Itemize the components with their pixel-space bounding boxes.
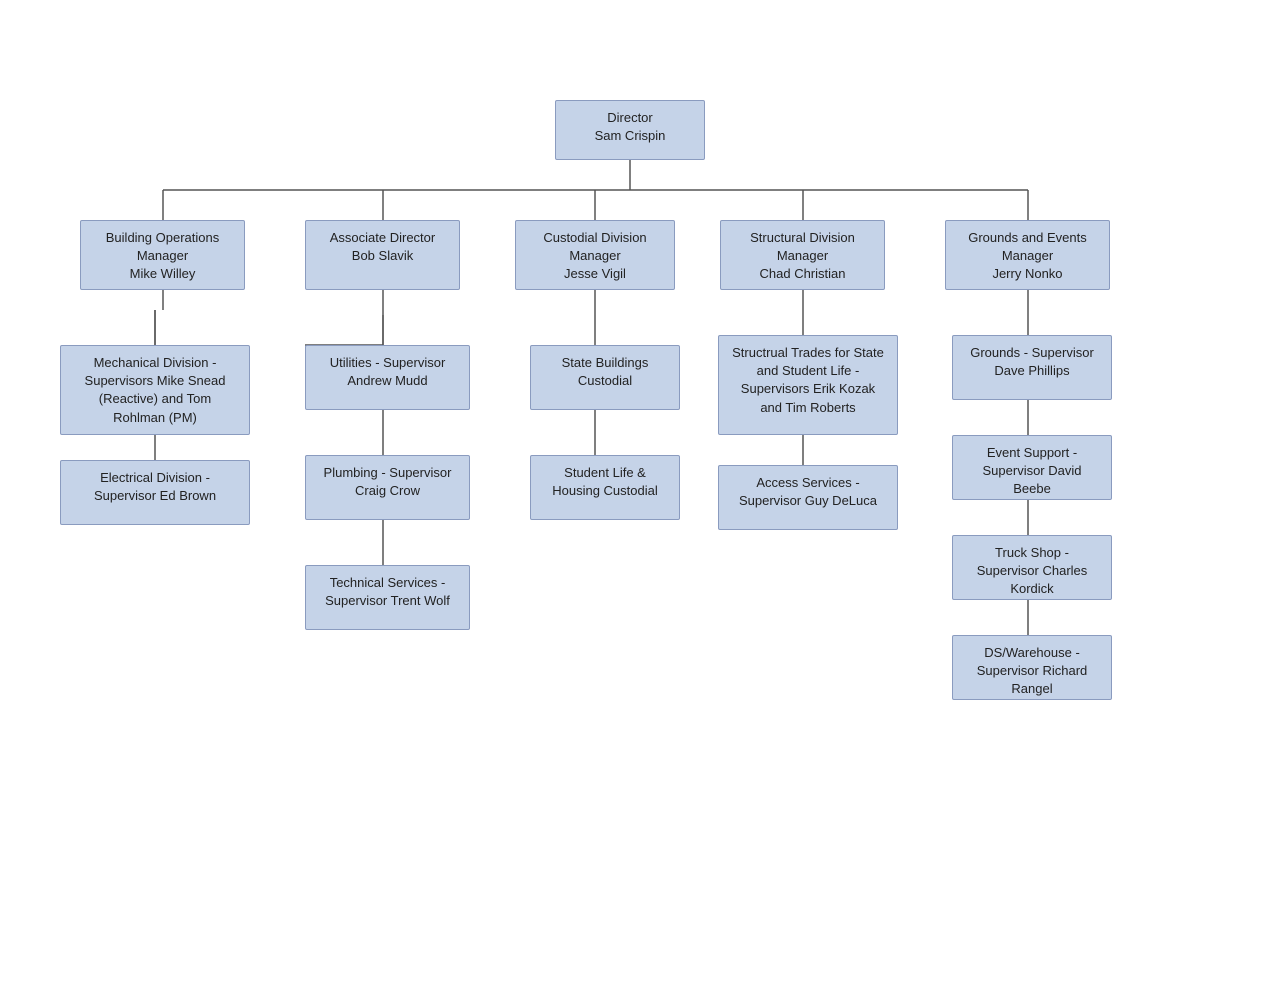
node-utilities: Utilities - Supervisor Andrew Mudd [305, 345, 470, 410]
node-state-buildings: State Buildings Custodial [530, 345, 680, 410]
node-director-label: DirectorSam Crispin [595, 110, 666, 143]
node-grounds-mgr-label: Grounds and Events ManagerJerry Nonko [968, 230, 1087, 281]
node-tech-services: Technical Services - Supervisor Trent Wo… [305, 565, 470, 630]
node-grounds-sup-label: Grounds - Supervisor Dave Phillips [970, 345, 1094, 378]
node-plumbing-label: Plumbing - Supervisor Craig Crow [324, 465, 452, 498]
node-ds-warehouse: DS/Warehouse - Supervisor Richard Rangel [952, 635, 1112, 700]
node-director: DirectorSam Crispin [555, 100, 705, 160]
node-assoc-director: Associate DirectorBob Slavik [305, 220, 460, 290]
node-truck-shop-label: Truck Shop - Supervisor Charles Kordick [977, 545, 1088, 596]
node-electrical: Electrical Division - Supervisor Ed Brow… [60, 460, 250, 525]
node-assoc-director-label: Associate DirectorBob Slavik [330, 230, 435, 263]
node-state-buildings-label: State Buildings Custodial [562, 355, 649, 388]
node-truck-shop: Truck Shop - Supervisor Charles Kordick [952, 535, 1112, 600]
node-event-support-label: Event Support - Supervisor David Beebe [983, 445, 1082, 496]
node-building-ops: Building Operations ManagerMike Willey [80, 220, 245, 290]
node-structural-mgr: Structural Division ManagerChad Christia… [720, 220, 885, 290]
node-utilities-label: Utilities - Supervisor Andrew Mudd [330, 355, 446, 388]
node-structural-mgr-label: Structural Division ManagerChad Christia… [750, 230, 855, 281]
node-mechanical-label: Mechanical Division - Supervisors Mike S… [85, 355, 226, 425]
node-electrical-label: Electrical Division - Supervisor Ed Brow… [94, 470, 216, 503]
node-grounds-sup: Grounds - Supervisor Dave Phillips [952, 335, 1112, 400]
node-building-ops-label: Building Operations ManagerMike Willey [106, 230, 219, 281]
node-mechanical: Mechanical Division - Supervisors Mike S… [60, 345, 250, 435]
node-plumbing: Plumbing - Supervisor Craig Crow [305, 455, 470, 520]
node-grounds-mgr: Grounds and Events ManagerJerry Nonko [945, 220, 1110, 290]
node-custodial-mgr-label: Custodial Division ManagerJesse Vigil [543, 230, 646, 281]
node-tech-services-label: Technical Services - Supervisor Trent Wo… [325, 575, 450, 608]
node-structural-trades-label: Structrual Trades for State and Student … [732, 345, 884, 415]
node-structural-trades: Structrual Trades for State and Student … [718, 335, 898, 435]
node-custodial-mgr: Custodial Division ManagerJesse Vigil [515, 220, 675, 290]
node-student-life: Student Life & Housing Custodial [530, 455, 680, 520]
org-chart: DirectorSam Crispin Building Operations … [0, 0, 1280, 80]
node-ds-warehouse-label: DS/Warehouse - Supervisor Richard Rangel [977, 645, 1088, 696]
node-event-support: Event Support - Supervisor David Beebe [952, 435, 1112, 500]
node-student-life-label: Student Life & Housing Custodial [552, 465, 658, 498]
node-access-services-label: Access Services - Supervisor Guy DeLuca [739, 475, 877, 508]
node-access-services: Access Services - Supervisor Guy DeLuca [718, 465, 898, 530]
